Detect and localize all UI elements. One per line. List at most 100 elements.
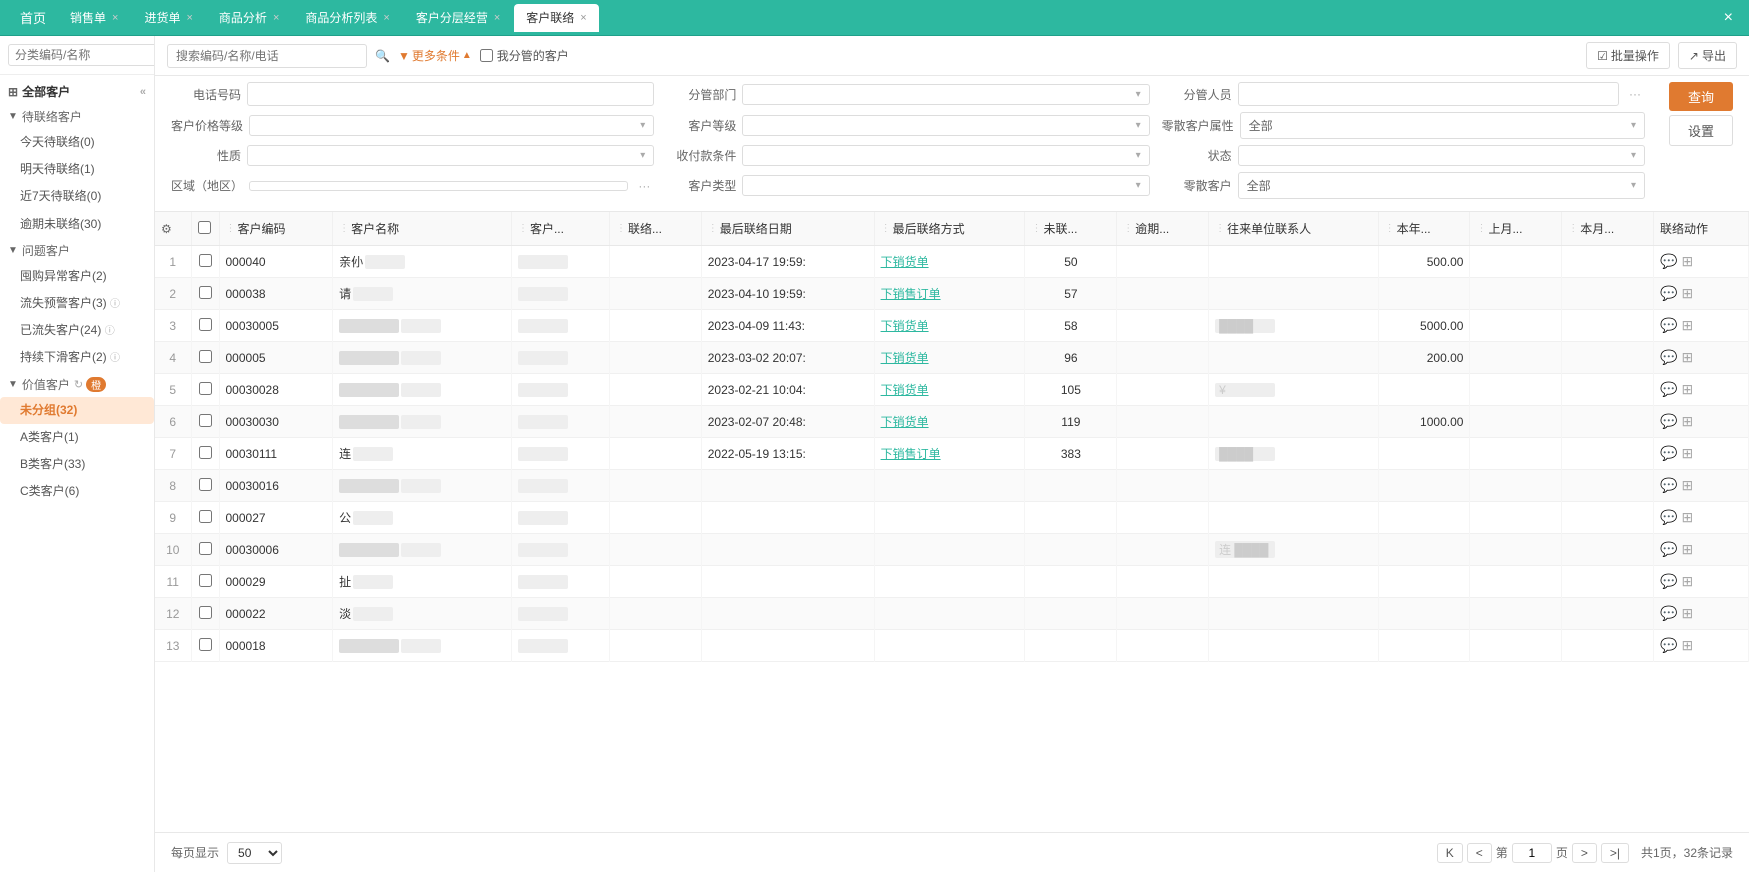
- cell-checkbox[interactable]: [191, 598, 219, 630]
- message-icon[interactable]: 💬: [1660, 349, 1677, 366]
- grid-action-icon[interactable]: ⊞: [1681, 605, 1693, 622]
- contact-method-link[interactable]: 下销货单: [881, 415, 929, 429]
- contact-method-link[interactable]: 下销售订单: [881, 287, 941, 301]
- row-checkbox[interactable]: [199, 606, 212, 619]
- export-button[interactable]: ↗ 导出: [1678, 42, 1737, 69]
- contact-method-link[interactable]: 下销货单: [881, 383, 929, 397]
- input-phone[interactable]: [247, 82, 654, 106]
- grid-action-icon[interactable]: ⊞: [1681, 477, 1693, 494]
- tab-close-sales[interactable]: ×: [112, 12, 118, 24]
- select-customer-type[interactable]: ▾: [742, 175, 1149, 196]
- page-size-select[interactable]: 50 100 200: [227, 842, 282, 864]
- row-checkbox[interactable]: [199, 542, 212, 555]
- window-close-button[interactable]: ×: [1716, 9, 1741, 27]
- cell-checkbox[interactable]: [191, 566, 219, 598]
- cell-checkbox[interactable]: [191, 406, 219, 438]
- contact-method-link[interactable]: 下销货单: [881, 255, 929, 269]
- sidebar-item-class-c[interactable]: C类客户(6): [0, 478, 154, 505]
- batch-operation-button[interactable]: ☑ 批量操作: [1586, 42, 1670, 69]
- th-settings[interactable]: ⚙: [155, 212, 191, 246]
- sidebar-group-pending-contact[interactable]: ▼ 待联络客户: [0, 104, 154, 129]
- row-checkbox[interactable]: [199, 478, 212, 491]
- region-dots-icon[interactable]: ···: [634, 179, 654, 193]
- select-payment[interactable]: ▾: [742, 145, 1149, 166]
- contact-method-link[interactable]: 下销货单: [881, 351, 929, 365]
- cell-checkbox[interactable]: [191, 310, 219, 342]
- grid-action-icon[interactable]: ⊞: [1681, 349, 1693, 366]
- cell-checkbox[interactable]: [191, 534, 219, 566]
- select-customer-level[interactable]: ▾: [742, 115, 1149, 136]
- sidebar-item-abnormal[interactable]: 囤购异常客户(2): [0, 263, 154, 290]
- grid-action-icon[interactable]: ⊞: [1681, 637, 1693, 654]
- message-icon[interactable]: 💬: [1660, 637, 1677, 654]
- select-price-level[interactable]: ▾: [249, 115, 654, 136]
- tab-close-analysis[interactable]: ×: [273, 12, 279, 24]
- first-page-btn[interactable]: K: [1437, 843, 1463, 863]
- row-checkbox[interactable]: [199, 510, 212, 523]
- sidebar-item-class-a[interactable]: A类客户(1): [0, 424, 154, 451]
- sidebar-item-class-b[interactable]: B类客户(33): [0, 451, 154, 478]
- grid-action-icon[interactable]: ⊞: [1681, 381, 1693, 398]
- filter-search-icon[interactable]: 🔍: [375, 49, 390, 63]
- row-checkbox[interactable]: [199, 286, 212, 299]
- select-all-checkbox[interactable]: [198, 221, 211, 234]
- collapse-icon[interactable]: «: [140, 86, 146, 98]
- sidebar-all-customers[interactable]: ⊞ 全部客户 «: [0, 75, 154, 104]
- message-icon[interactable]: 💬: [1660, 445, 1677, 462]
- page-number-input[interactable]: [1512, 843, 1552, 863]
- sidebar-item-today[interactable]: 今天待联络(0): [0, 129, 154, 156]
- sidebar-item-7days[interactable]: 近7天待联络(0): [0, 183, 154, 210]
- grid-action-icon[interactable]: ⊞: [1681, 573, 1693, 590]
- row-checkbox[interactable]: [199, 350, 212, 363]
- message-icon[interactable]: 💬: [1660, 381, 1677, 398]
- select-dept[interactable]: ▾: [742, 84, 1149, 105]
- select-nature[interactable]: ▾: [247, 145, 654, 166]
- reset-button[interactable]: 设置: [1669, 115, 1733, 146]
- cell-checkbox[interactable]: [191, 342, 219, 374]
- message-icon[interactable]: 💬: [1660, 285, 1677, 302]
- sidebar-group-value-customers[interactable]: ▼ 价值客户 ↻ 橙: [0, 372, 154, 397]
- input-manager[interactable]: [1238, 82, 1619, 106]
- cell-checkbox[interactable]: [191, 246, 219, 278]
- row-checkbox[interactable]: [199, 382, 212, 395]
- select-status[interactable]: ▾: [1238, 145, 1645, 166]
- select-retail-attr[interactable]: 全部 ▾: [1240, 112, 1645, 139]
- tab-customer-segment[interactable]: 客户分层经营 ×: [404, 4, 512, 32]
- message-icon[interactable]: 💬: [1660, 573, 1677, 590]
- grid-action-icon[interactable]: ⊞: [1681, 413, 1693, 430]
- message-icon[interactable]: 💬: [1660, 541, 1677, 558]
- cell-checkbox[interactable]: [191, 630, 219, 662]
- contact-method-link[interactable]: 下销货单: [881, 319, 929, 333]
- tab-close-analysis-list[interactable]: ×: [383, 12, 389, 24]
- grid-action-icon[interactable]: ⊞: [1681, 541, 1693, 558]
- row-checkbox[interactable]: [199, 414, 212, 427]
- row-checkbox[interactable]: [199, 446, 212, 459]
- select-region[interactable]: [249, 181, 628, 191]
- last-page-btn[interactable]: >|: [1601, 843, 1629, 863]
- cell-checkbox[interactable]: [191, 502, 219, 534]
- th-checkbox[interactable]: [191, 212, 219, 246]
- row-checkbox[interactable]: [199, 318, 212, 331]
- tab-sales[interactable]: 销售单 ×: [58, 4, 130, 32]
- tab-close-purchase[interactable]: ×: [186, 12, 192, 24]
- tab-purchase[interactable]: 进货单 ×: [132, 4, 204, 32]
- grid-action-icon[interactable]: ⊞: [1681, 445, 1693, 462]
- message-icon[interactable]: 💬: [1660, 413, 1677, 430]
- manager-dots-icon[interactable]: ···: [1625, 87, 1645, 101]
- refresh-icon[interactable]: ↻: [74, 378, 83, 391]
- sidebar-item-churned[interactable]: 已流失客户(24) ⓘ: [0, 317, 154, 344]
- select-retail[interactable]: 全部 ▾: [1238, 172, 1645, 199]
- tab-close-customer-contact[interactable]: ×: [580, 12, 586, 24]
- tab-analysis-list[interactable]: 商品分析列表 ×: [293, 4, 401, 32]
- cell-checkbox[interactable]: [191, 278, 219, 310]
- next-page-btn[interactable]: >: [1572, 843, 1597, 863]
- sidebar-item-churn-warning[interactable]: 流失预警客户(3) ⓘ: [0, 290, 154, 317]
- my-customers-checkbox[interactable]: 我分管的客户: [480, 47, 569, 64]
- search-input[interactable]: [167, 44, 367, 68]
- tab-customer-contact[interactable]: 客户联络 ×: [514, 4, 598, 32]
- message-icon[interactable]: 💬: [1660, 509, 1677, 526]
- sidebar-search-input[interactable]: [8, 44, 155, 66]
- message-icon[interactable]: 💬: [1660, 317, 1677, 334]
- prev-page-btn[interactable]: <: [1467, 843, 1492, 863]
- contact-method-link[interactable]: 下销售订单: [881, 447, 941, 461]
